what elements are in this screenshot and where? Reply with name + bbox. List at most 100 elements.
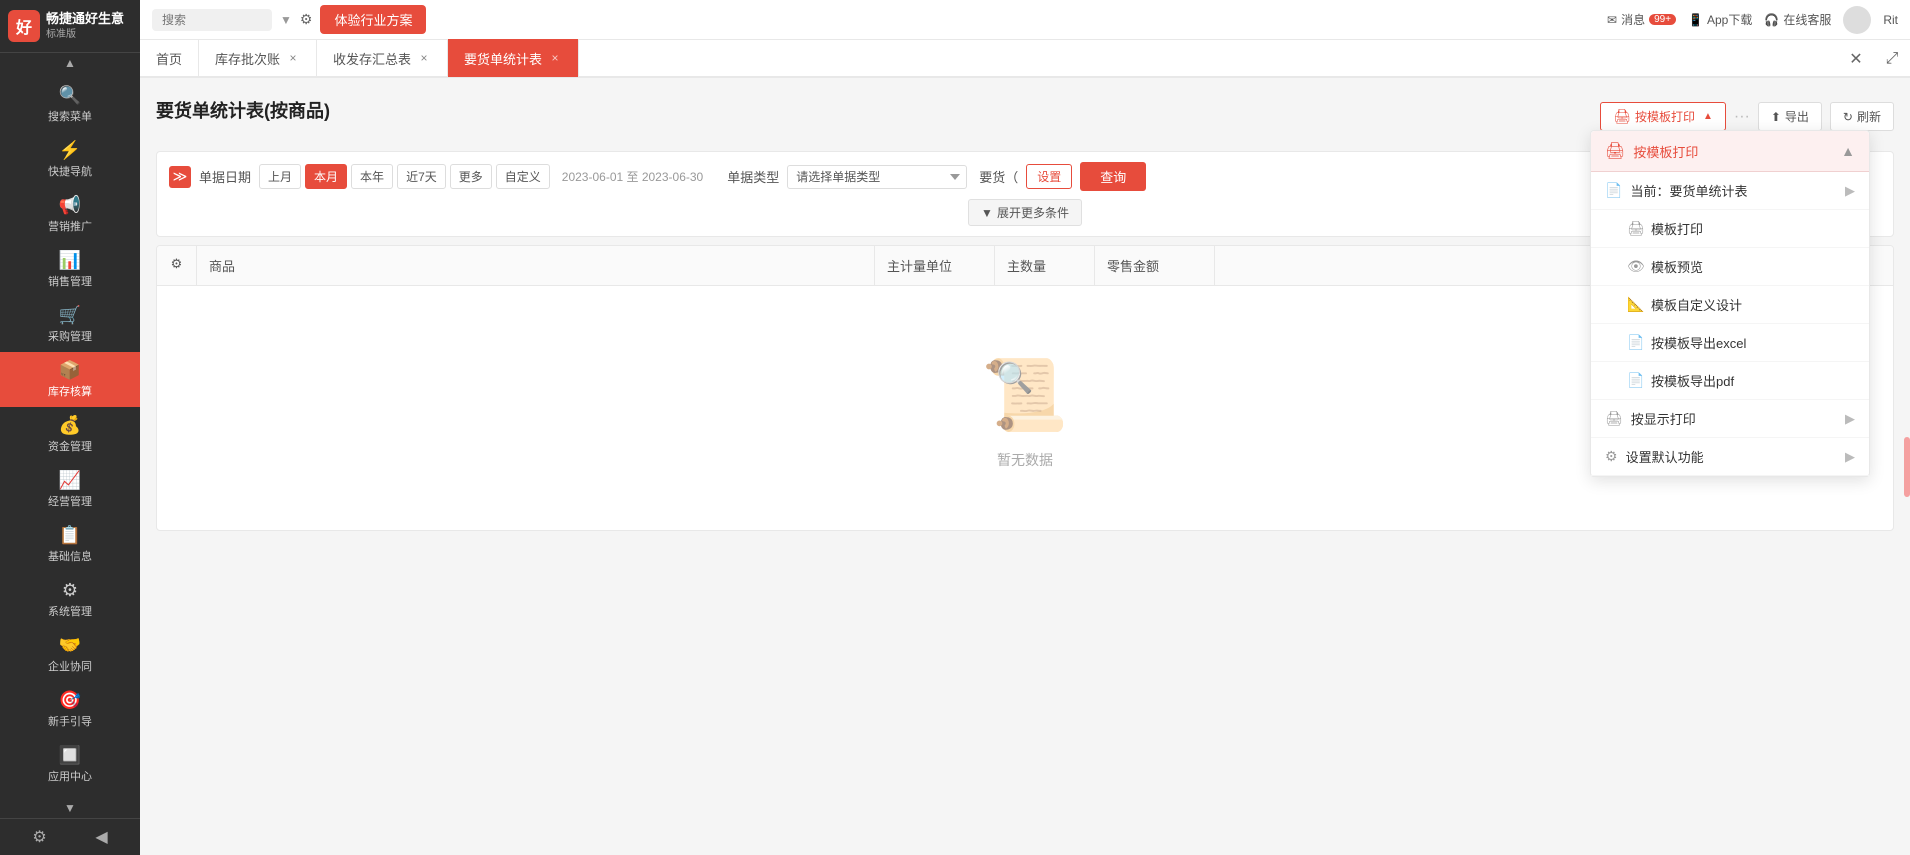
sidebar-item-corp-collab[interactable]: 🤝 企业协同: [0, 627, 140, 682]
topbar-dropdown-arrow[interactable]: ▼: [280, 13, 292, 27]
marketing-icon: 📢: [59, 195, 81, 216]
sidebar-item-guide[interactable]: 🎯 新手引导: [0, 682, 140, 737]
sidebar-logo: 好 畅捷通好生意 标准版: [0, 0, 140, 53]
template-print-icon: 🖨: [1627, 220, 1643, 237]
date-btn-custom[interactable]: 自定义: [496, 164, 550, 189]
sidebar: 好 畅捷通好生意 标准版 ▲ 🔍 搜索菜单 ⚡ 快捷导航 📢 营销推广 📊 销售…: [0, 0, 140, 855]
tab-home[interactable]: 首页: [140, 39, 199, 77]
date-btn-this-month[interactable]: 本月: [305, 164, 347, 189]
sidebar-collapse-btn[interactable]: ◀: [95, 827, 107, 847]
dropdown-item-export-excel[interactable]: 📄 按模板导出excel: [1591, 324, 1869, 362]
empty-illustration: 📜 🔍: [981, 346, 1068, 438]
empty-text: 暂无数据: [997, 450, 1053, 470]
tab-receivable-summary[interactable]: 收发存汇总表 ×: [317, 39, 448, 77]
refresh-btn[interactable]: ↻ 刷新: [1830, 102, 1894, 131]
sidebar-item-finance[interactable]: 💰 资金管理: [0, 407, 140, 462]
dropdown-header[interactable]: 🖨 按模板打印 ▲: [1591, 131, 1869, 172]
sidebar-scroll-up[interactable]: ▲: [0, 53, 140, 73]
app-logo-icon: 好: [8, 10, 40, 42]
tab-order-stats[interactable]: 要货单统计表 ×: [448, 39, 579, 77]
date-btn-7days[interactable]: 近7天: [397, 164, 446, 189]
dropdown-item-display-print[interactable]: 🖨 按显示打印 ▶: [1591, 400, 1869, 438]
dropdown-item-export-pdf[interactable]: 📄 按模板导出pdf: [1591, 362, 1869, 400]
more-actions-icon[interactable]: ···: [1734, 108, 1750, 126]
template-design-icon: 📐: [1627, 296, 1643, 313]
sidebar-bottom: ⚙ ◀: [0, 818, 140, 855]
dropdown-current-template[interactable]: 📄 当前：要货单统计表 ▶: [1591, 172, 1869, 210]
sidebar-item-marketing[interactable]: 📢 营销推广: [0, 187, 140, 242]
sales-icon: 📊: [59, 250, 81, 271]
quick-nav-icon: ⚡: [59, 140, 81, 161]
filter-expand-icon[interactable]: ≫: [169, 166, 191, 188]
print-dropdown-popup: 🖨 按模板打印 ▲ 📄 当前：要货单统计表 ▶ 🖨 模板打印 👁 模板预览 📐 …: [1590, 130, 1870, 477]
msg-btn[interactable]: ✉ 消息 99+: [1607, 11, 1676, 28]
dropdown-item-template-design[interactable]: 📐 模板自定义设计: [1591, 286, 1869, 324]
sidebar-item-system[interactable]: ⚙ 系统管理: [0, 572, 140, 627]
tab-inventory-batch[interactable]: 库存批次账 ×: [199, 39, 317, 77]
export-btn[interactable]: ⬆ 导出: [1758, 102, 1822, 131]
demo-btn[interactable]: 体验行业方案: [320, 5, 426, 34]
date-btn-group: 上月 本月 本年 近7天 更多 自定义: [259, 164, 550, 189]
sidebar-item-search[interactable]: 🔍 搜索菜单: [0, 77, 140, 132]
scrollbar-handle[interactable]: [1904, 437, 1910, 497]
type-filter-label: 单据类型: [727, 167, 779, 186]
sidebar-item-operations[interactable]: 📈 经营管理: [0, 462, 140, 517]
tabs-bar: 首页 库存批次账 × 收发存汇总表 × 要货单统计表 × ✕ ⤢: [140, 40, 1910, 78]
user-name: Rit: [1883, 13, 1898, 27]
app-center-icon: 🔲: [59, 745, 81, 766]
print-icon: 🖨: [1613, 108, 1631, 125]
topbar-right: ✉ 消息 99+ 📱 App下载 🎧 在线客服 Rit: [1607, 6, 1898, 34]
topbar-gear-icon[interactable]: ⚙: [300, 11, 313, 28]
date-btn-this-year[interactable]: 本年: [351, 164, 393, 189]
export-pdf-icon: 📄: [1627, 372, 1643, 389]
print-btn[interactable]: 🖨 按模板打印 ▲: [1600, 102, 1726, 131]
date-range-text: 2023-06-01 至 2023-06-30: [562, 168, 703, 185]
operations-icon: 📈: [59, 470, 81, 491]
col-settings[interactable]: ⚙: [157, 246, 197, 285]
window-maximize-btn[interactable]: ⤢: [1874, 40, 1910, 78]
app-brand-text: 畅捷通好生意 标准版: [46, 11, 124, 41]
sidebar-item-basic-info[interactable]: 📋 基础信息: [0, 517, 140, 572]
expand-more-btn[interactable]: ▼ 展开更多条件: [968, 199, 1082, 226]
topbar: ▼ ⚙ 体验行业方案 ✉ 消息 99+ 📱 App下载 🎧 在线客服 Rit: [140, 0, 1910, 40]
col-qty: 主数量: [995, 246, 1095, 285]
date-btn-more[interactable]: 更多: [450, 164, 492, 189]
sidebar-scroll-down[interactable]: ▼: [0, 798, 140, 818]
topbar-left: ▼ ⚙ 体验行业方案: [152, 5, 1599, 34]
type-filter-select[interactable]: 请选择单据类型: [787, 165, 967, 189]
sidebar-nav: 🔍 搜索菜单 ⚡ 快捷导航 📢 营销推广 📊 销售管理 🛒 采购管理 📦 库存核…: [0, 73, 140, 798]
brand-name: 畅捷通好生意: [46, 11, 124, 28]
tab-close-order-stats[interactable]: ×: [548, 51, 562, 65]
msg-icon: ✉: [1607, 13, 1617, 27]
query-btn[interactable]: 查询: [1080, 162, 1146, 191]
msg-label: 消息: [1621, 11, 1645, 28]
topbar-search-input[interactable]: [152, 9, 272, 31]
dropdown-item-set-default[interactable]: ⚙ 设置默认功能 ▶: [1591, 438, 1869, 476]
sidebar-item-purchase[interactable]: 🛒 采购管理: [0, 297, 140, 352]
online-service-label: 在线客服: [1783, 11, 1831, 28]
user-avatar[interactable]: [1843, 6, 1871, 34]
sidebar-item-sales[interactable]: 📊 销售管理: [0, 242, 140, 297]
app-download-btn[interactable]: 📱 App下载: [1688, 11, 1752, 28]
sidebar-item-app-center[interactable]: 🔲 应用中心: [0, 737, 140, 792]
system-icon: ⚙: [62, 580, 78, 601]
col-goods: 商品: [197, 246, 875, 285]
window-close-btn[interactable]: ✕: [1838, 40, 1874, 78]
online-service-icon: 🎧: [1764, 13, 1779, 27]
finance-icon: 💰: [59, 415, 81, 436]
table-settings-btn[interactable]: 设置: [1026, 164, 1072, 189]
dropdown-item-template-print[interactable]: 🖨 模板打印: [1591, 210, 1869, 248]
col-amount: 零售金额: [1095, 246, 1215, 285]
tab-close-receivable-summary[interactable]: ×: [417, 51, 431, 65]
sidebar-settings-btn[interactable]: ⚙: [32, 827, 46, 847]
print-dropdown-arrow: ▲: [1703, 111, 1713, 122]
date-btn-last-month[interactable]: 上月: [259, 164, 301, 189]
dropdown-item-template-preview[interactable]: 👁 模板预览: [1591, 248, 1869, 286]
tab-close-inventory-batch[interactable]: ×: [286, 51, 300, 65]
sidebar-item-quick-nav[interactable]: ⚡ 快捷导航: [0, 132, 140, 187]
edition-label: 标准版: [46, 28, 124, 41]
col-unit: 主计量单位: [875, 246, 995, 285]
sidebar-item-inventory[interactable]: 📦 库存核算: [0, 352, 140, 407]
online-service-btn[interactable]: 🎧 在线客服: [1764, 11, 1831, 28]
expand-down-icon: ▼: [981, 206, 993, 220]
